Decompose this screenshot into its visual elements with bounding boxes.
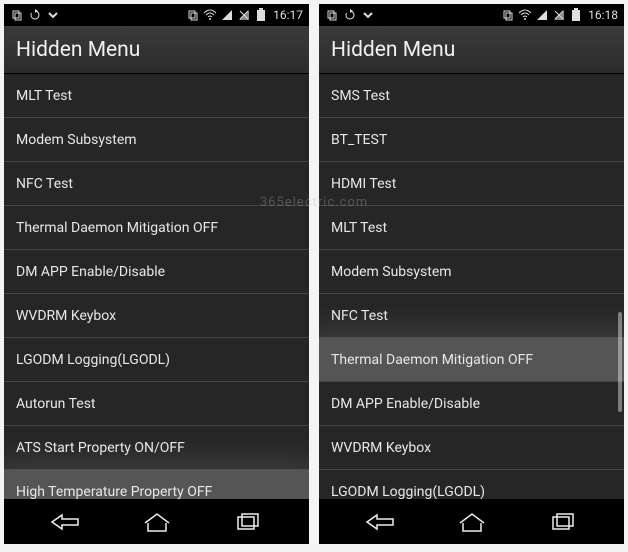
list-item-label: WVDRM Keybox xyxy=(331,440,431,456)
list-item-label: Autorun Test xyxy=(16,396,96,412)
battery-icon xyxy=(569,8,583,22)
menu-list[interactable]: SMS Test BT_TEST HDMI Test MLT Test Modem Su… xyxy=(319,74,624,499)
list-item[interactable]: NFC Test xyxy=(4,162,309,206)
list-item[interactable]: DM APP Enable/Disable xyxy=(319,382,624,426)
list-item[interactable]: HDMI Test xyxy=(319,162,624,206)
clock: 16:18 xyxy=(588,8,618,22)
home-button[interactable] xyxy=(442,507,502,537)
phone-screen-1: R 16:18 Hidden Menu SMS Test BT_TEST HDMI Tes… xyxy=(319,4,624,544)
back-button[interactable] xyxy=(35,507,95,537)
no-signal-icon xyxy=(237,8,251,22)
chevron-down-icon xyxy=(46,8,60,22)
list-item[interactable]: MLT Test xyxy=(319,206,624,250)
list-item[interactable]: LGODM Logging(LGODL) xyxy=(319,470,624,499)
notif-icon xyxy=(10,8,24,22)
list-item[interactable]: Modem Subsystem xyxy=(4,118,309,162)
back-button[interactable] xyxy=(350,507,410,537)
list-item[interactable]: WVDRM Keybox xyxy=(4,294,309,338)
wifi-icon xyxy=(203,8,217,22)
list-item[interactable]: Thermal Daemon Mitigation OFF xyxy=(4,206,309,250)
list-item[interactable]: BT_TEST xyxy=(319,118,624,162)
page-title: Hidden Menu xyxy=(4,26,309,74)
list-item-label: Modem Subsystem xyxy=(331,264,452,280)
list-item-label: NFC Test xyxy=(331,308,388,324)
copy-icon xyxy=(501,8,515,22)
recent-button[interactable] xyxy=(533,507,593,537)
chevron-down-icon xyxy=(361,8,375,22)
svg-text:R: R xyxy=(539,10,542,16)
list-item-label: MLT Test xyxy=(331,220,387,236)
clock: 16:17 xyxy=(273,8,303,22)
list-item-label: Modem Subsystem xyxy=(16,132,137,148)
list-item-label: BT_TEST xyxy=(331,132,387,148)
copy-icon xyxy=(186,8,200,22)
list-item-label: DM APP Enable/Disable xyxy=(16,264,165,280)
status-bar: R 16:17 xyxy=(4,4,309,26)
list-item-label: DM APP Enable/Disable xyxy=(331,396,480,412)
menu-list[interactable]: MLT Test Modem Subsystem NFC Test Thermal D… xyxy=(4,74,309,499)
list-item[interactable]: DM APP Enable/Disable xyxy=(4,250,309,294)
phone-screen-0: R 16:17 Hidden Menu MLT Test Modem Subsystem… xyxy=(4,4,309,544)
wifi-icon xyxy=(518,8,532,22)
list-item-label: LGODM Logging(LGODL) xyxy=(331,484,485,500)
notif-icon xyxy=(325,8,339,22)
scrollbar-thumb[interactable] xyxy=(618,312,622,412)
svg-text:R: R xyxy=(224,10,227,16)
list-item[interactable]: Thermal Daemon Mitigation OFF xyxy=(319,338,624,382)
list-item-label: Thermal Daemon Mitigation OFF xyxy=(331,352,533,368)
list-item[interactable]: MLT Test xyxy=(4,74,309,118)
list-item-label: HDMI Test xyxy=(331,176,396,192)
list-item-label: NFC Test xyxy=(16,176,73,192)
signal-icon: R xyxy=(220,8,234,22)
list-item-label: High Temperature Property OFF xyxy=(16,484,212,500)
list-item-label: MLT Test xyxy=(16,88,72,104)
nav-bar xyxy=(4,499,309,544)
signal-icon: R xyxy=(535,8,549,22)
list-item[interactable]: LGODM Logging(LGODL) xyxy=(4,338,309,382)
list-item-label: ATS Start Property ON/OFF xyxy=(16,440,185,456)
list-item[interactable]: NFC Test xyxy=(319,294,624,338)
list-item-label: Thermal Daemon Mitigation OFF xyxy=(16,220,218,236)
list-item-label: LGODM Logging(LGODL) xyxy=(16,352,170,368)
sync-icon xyxy=(343,8,357,22)
list-item[interactable]: Modem Subsystem xyxy=(319,250,624,294)
page-title: Hidden Menu xyxy=(319,26,624,74)
status-bar: R 16:18 xyxy=(319,4,624,26)
list-item[interactable]: SMS Test xyxy=(319,74,624,118)
list-item[interactable]: WVDRM Keybox xyxy=(319,426,624,470)
list-item-label: SMS Test xyxy=(331,88,390,104)
no-signal-icon xyxy=(552,8,566,22)
list-item[interactable]: ATS Start Property ON/OFF xyxy=(4,426,309,470)
list-item-label: WVDRM Keybox xyxy=(16,308,116,324)
sync-icon xyxy=(28,8,42,22)
home-button[interactable] xyxy=(127,507,187,537)
nav-bar xyxy=(319,499,624,544)
list-item[interactable]: Autorun Test xyxy=(4,382,309,426)
battery-icon xyxy=(254,8,268,22)
recent-button[interactable] xyxy=(218,507,278,537)
list-item[interactable]: High Temperature Property OFF xyxy=(4,470,309,499)
